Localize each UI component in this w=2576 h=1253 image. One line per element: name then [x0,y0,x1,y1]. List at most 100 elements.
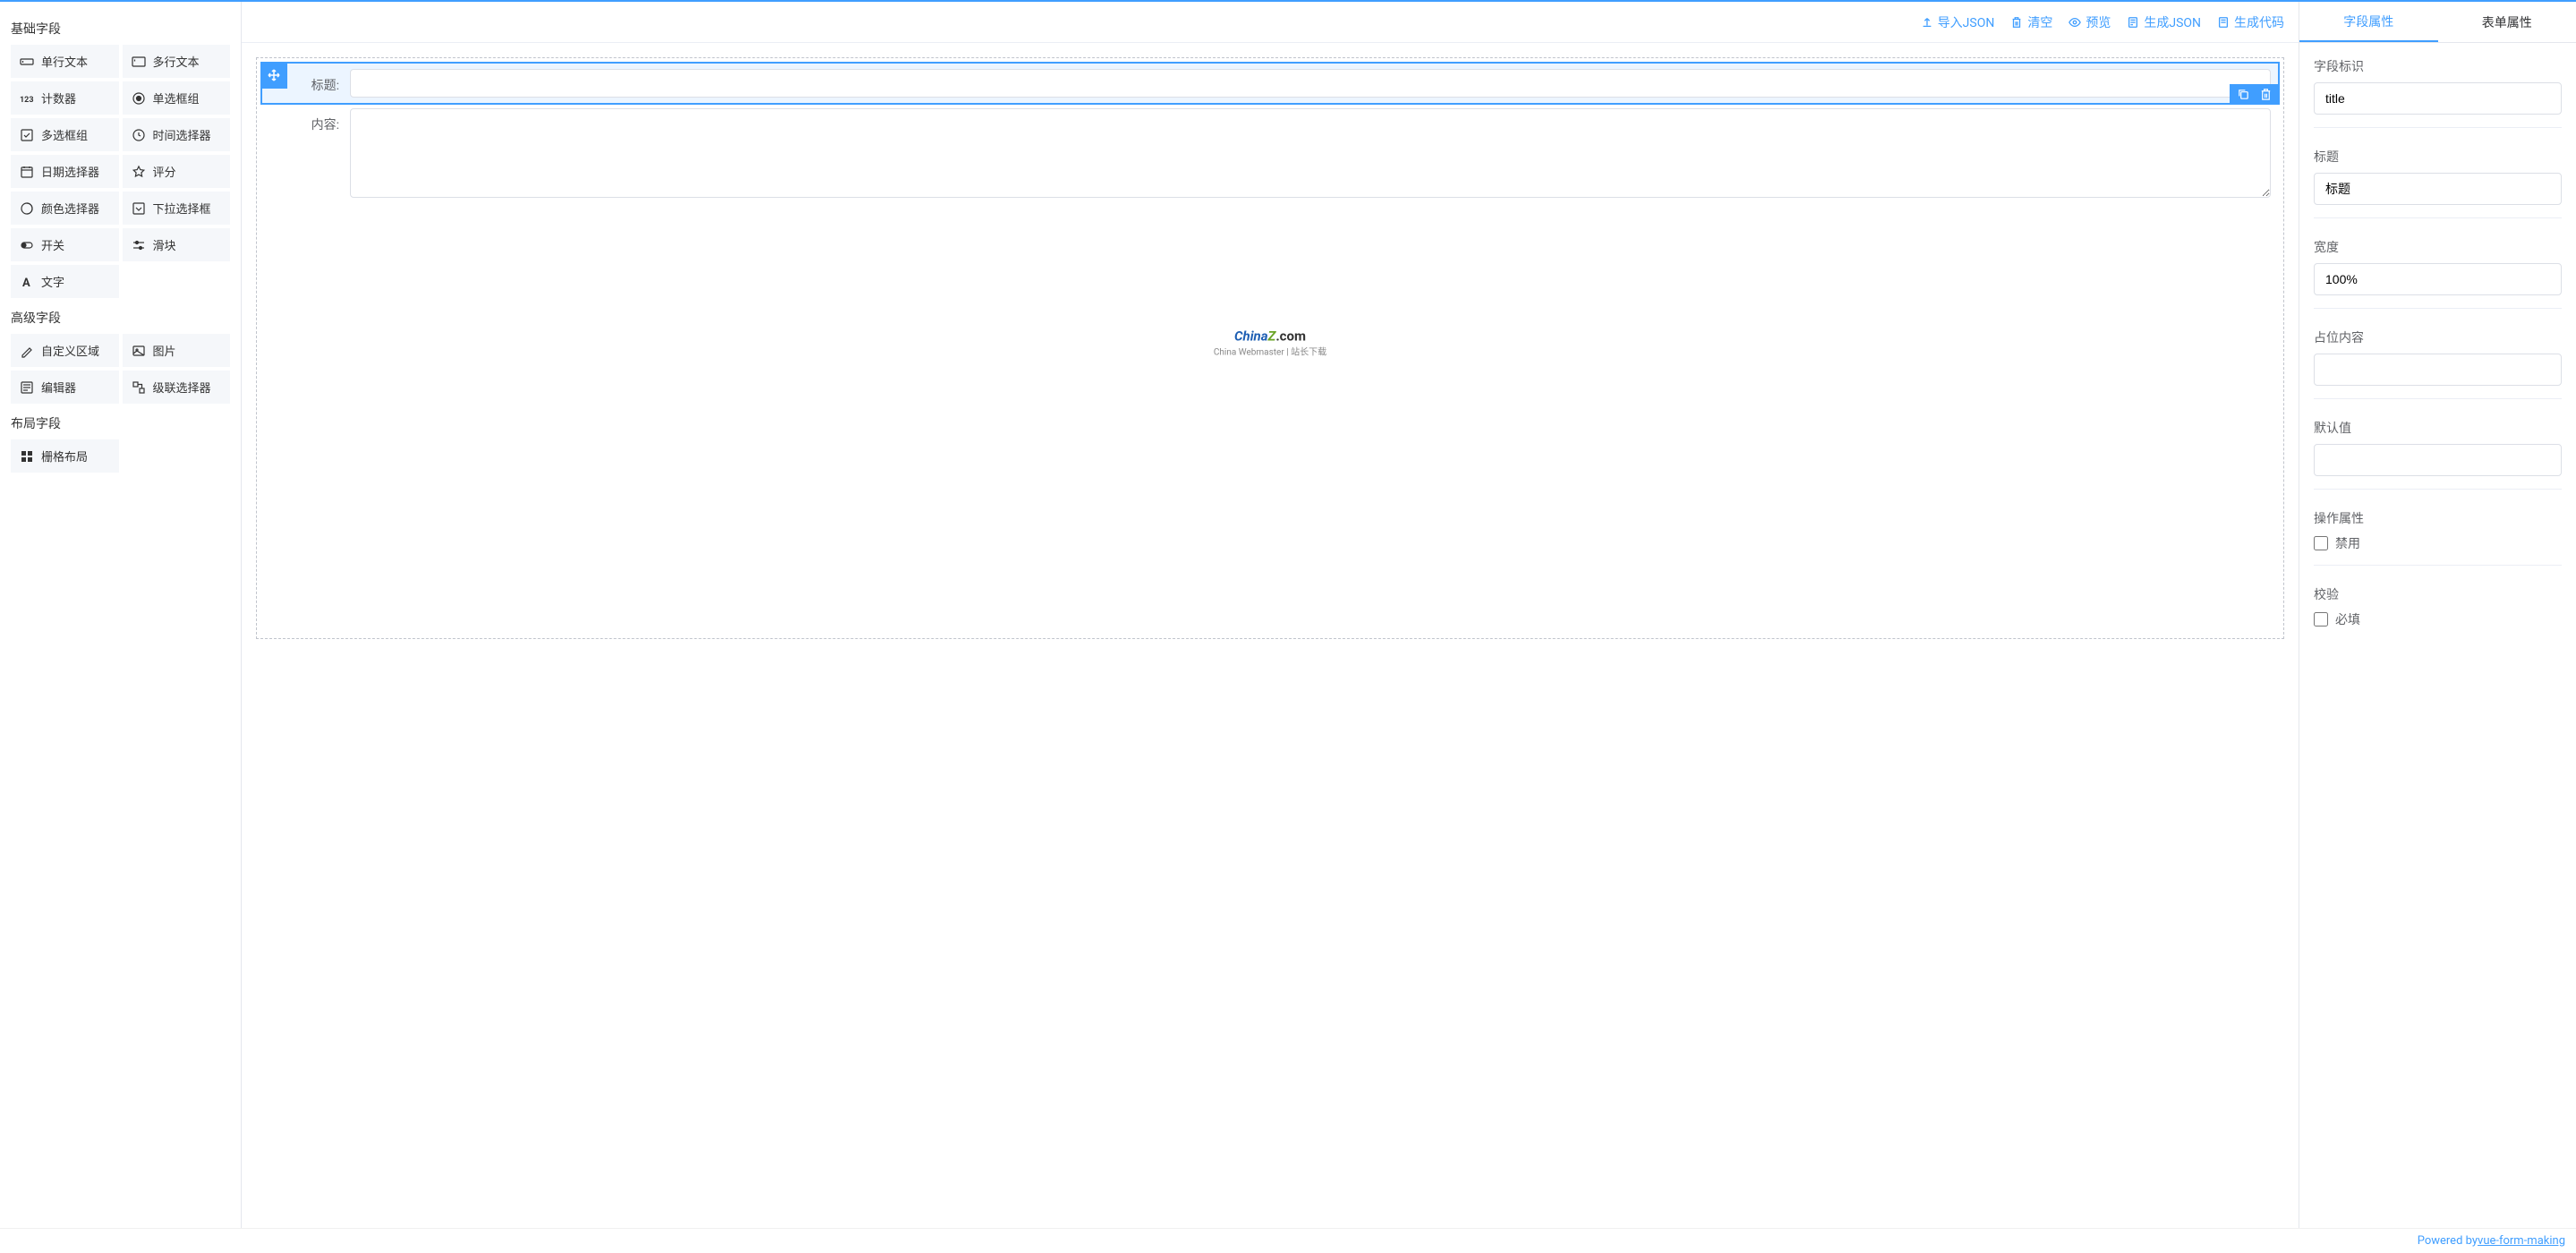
svg-text:123: 123 [20,96,34,105]
powered-by-text: Powered by [2418,1234,2478,1248]
component-label: 评分 [153,163,176,180]
footer: Powered by vue-form-making [0,1228,2576,1253]
component-rate[interactable]: 评分 [123,155,231,188]
section-title-basic: 基础字段 [11,13,230,45]
component-label: 栅格布局 [41,448,88,465]
star-icon [132,165,146,179]
textarea-icon [132,55,146,69]
radio-icon [132,91,146,106]
prop-label-field-id: 字段标识 [2314,57,2562,75]
select-icon [132,201,146,216]
required-checkbox[interactable] [2314,612,2328,626]
component-select[interactable]: 下拉选择框 [123,192,231,225]
input-icon [20,55,34,69]
component-color[interactable]: 颜色选择器 [11,192,119,225]
component-label: 下拉选择框 [153,200,211,217]
title-input[interactable] [350,69,2271,98]
copy-icon[interactable] [2237,88,2250,101]
form-field-title[interactable]: 标题: [262,64,2278,103]
component-label: 单选框组 [153,90,200,107]
default-input[interactable] [2314,444,2562,476]
component-label: 开关 [41,236,64,253]
component-label: 多行文本 [153,53,200,70]
form-canvas[interactable]: 标题: 内容: ChinaZ.com China We [256,57,2284,639]
component-editor[interactable]: 编辑器 [11,371,119,404]
editor-icon [20,380,34,395]
components-panel: 基础字段 单行文本 多行文本 123 计数器 单选框组 多选框组 时间选择器 日期… [0,2,242,1228]
form-field-content[interactable]: 内容: [262,103,2278,207]
tab-form-properties[interactable]: 表单属性 [2438,2,2576,42]
prop-label-default: 默认值 [2314,419,2562,437]
move-icon [267,68,281,82]
section-title-layout: 布局字段 [11,407,230,439]
component-label: 编辑器 [41,379,76,396]
slider-icon [132,238,146,252]
vue-form-making-link[interactable]: vue-form-making [2478,1234,2565,1248]
switch-icon [20,238,34,252]
number-icon: 123 [20,91,34,106]
component-cascader[interactable]: 级联选择器 [123,371,231,404]
generate-code-button[interactable]: 生成代码 [2217,13,2284,31]
preview-button[interactable]: 预览 [2068,13,2111,31]
required-checkbox-wrap[interactable]: 必填 [2314,610,2562,628]
import-json-button[interactable]: 导入JSON [1921,13,1995,31]
component-input[interactable]: 单行文本 [11,45,119,78]
svg-text:A: A [22,277,30,289]
component-label: 多选框组 [41,126,88,143]
color-icon [20,201,34,216]
cascader-icon [132,380,146,395]
section-title-advanced: 高级字段 [11,302,230,334]
component-number[interactable]: 123 计数器 [11,81,119,115]
component-grid[interactable]: 栅格布局 [11,439,119,473]
field-id-input[interactable] [2314,82,2562,115]
prop-label-title: 标题 [2314,148,2562,166]
component-label: 文字 [41,273,64,290]
row-actions [2230,84,2280,105]
watermark: ChinaZ.com China Webmaster | 站长下载 [1214,328,1326,357]
clock-icon [132,128,146,142]
prop-label-placeholder: 占位内容 [2314,328,2562,346]
component-checkbox[interactable]: 多选框组 [11,118,119,151]
prop-label-action: 操作属性 [2314,509,2562,527]
prop-label-width: 宽度 [2314,238,2562,256]
component-radio[interactable]: 单选框组 [123,81,231,115]
delete-icon[interactable] [2259,88,2273,101]
tab-field-properties[interactable]: 字段属性 [2299,2,2438,42]
drag-handle[interactable] [260,62,287,89]
prop-label-validate: 校验 [2314,585,2562,603]
component-textarea[interactable]: 多行文本 [123,45,231,78]
component-slider[interactable]: 滑块 [123,228,231,261]
component-label: 滑块 [153,236,176,253]
component-date[interactable]: 日期选择器 [11,155,119,188]
disabled-checkbox[interactable] [2314,536,2328,550]
component-label: 单行文本 [41,53,88,70]
component-custom[interactable]: 自定义区域 [11,334,119,367]
placeholder-input[interactable] [2314,354,2562,386]
image-icon [132,344,146,358]
component-label: 级联选择器 [153,379,211,396]
field-label: 内容: [269,108,350,133]
component-label: 时间选择器 [153,126,211,143]
custom-icon [20,344,34,358]
width-input[interactable] [2314,263,2562,295]
checkbox-icon [20,128,34,142]
component-label: 计数器 [41,90,76,107]
toolbar: 导入JSON 清空 预览 生成JSON 生成代码 [242,2,2299,43]
component-switch[interactable]: 开关 [11,228,119,261]
generate-json-button[interactable]: 生成JSON [2127,13,2201,31]
component-text[interactable]: A 文字 [11,265,119,298]
text-icon: A [20,275,34,289]
content-textarea[interactable] [350,108,2271,198]
title-prop-input[interactable] [2314,173,2562,205]
component-label: 日期选择器 [41,163,99,180]
component-label: 自定义区域 [41,342,99,359]
calendar-icon [20,165,34,179]
properties-panel: 字段属性 表单属性 字段标识 标题 宽度 占位内容 [2299,2,2576,1228]
disabled-checkbox-wrap[interactable]: 禁用 [2314,534,2562,552]
component-image[interactable]: 图片 [123,334,231,367]
clear-button[interactable]: 清空 [2010,13,2052,31]
grid-icon [20,449,34,464]
component-time[interactable]: 时间选择器 [123,118,231,151]
component-label: 图片 [153,342,176,359]
component-label: 颜色选择器 [41,200,99,217]
